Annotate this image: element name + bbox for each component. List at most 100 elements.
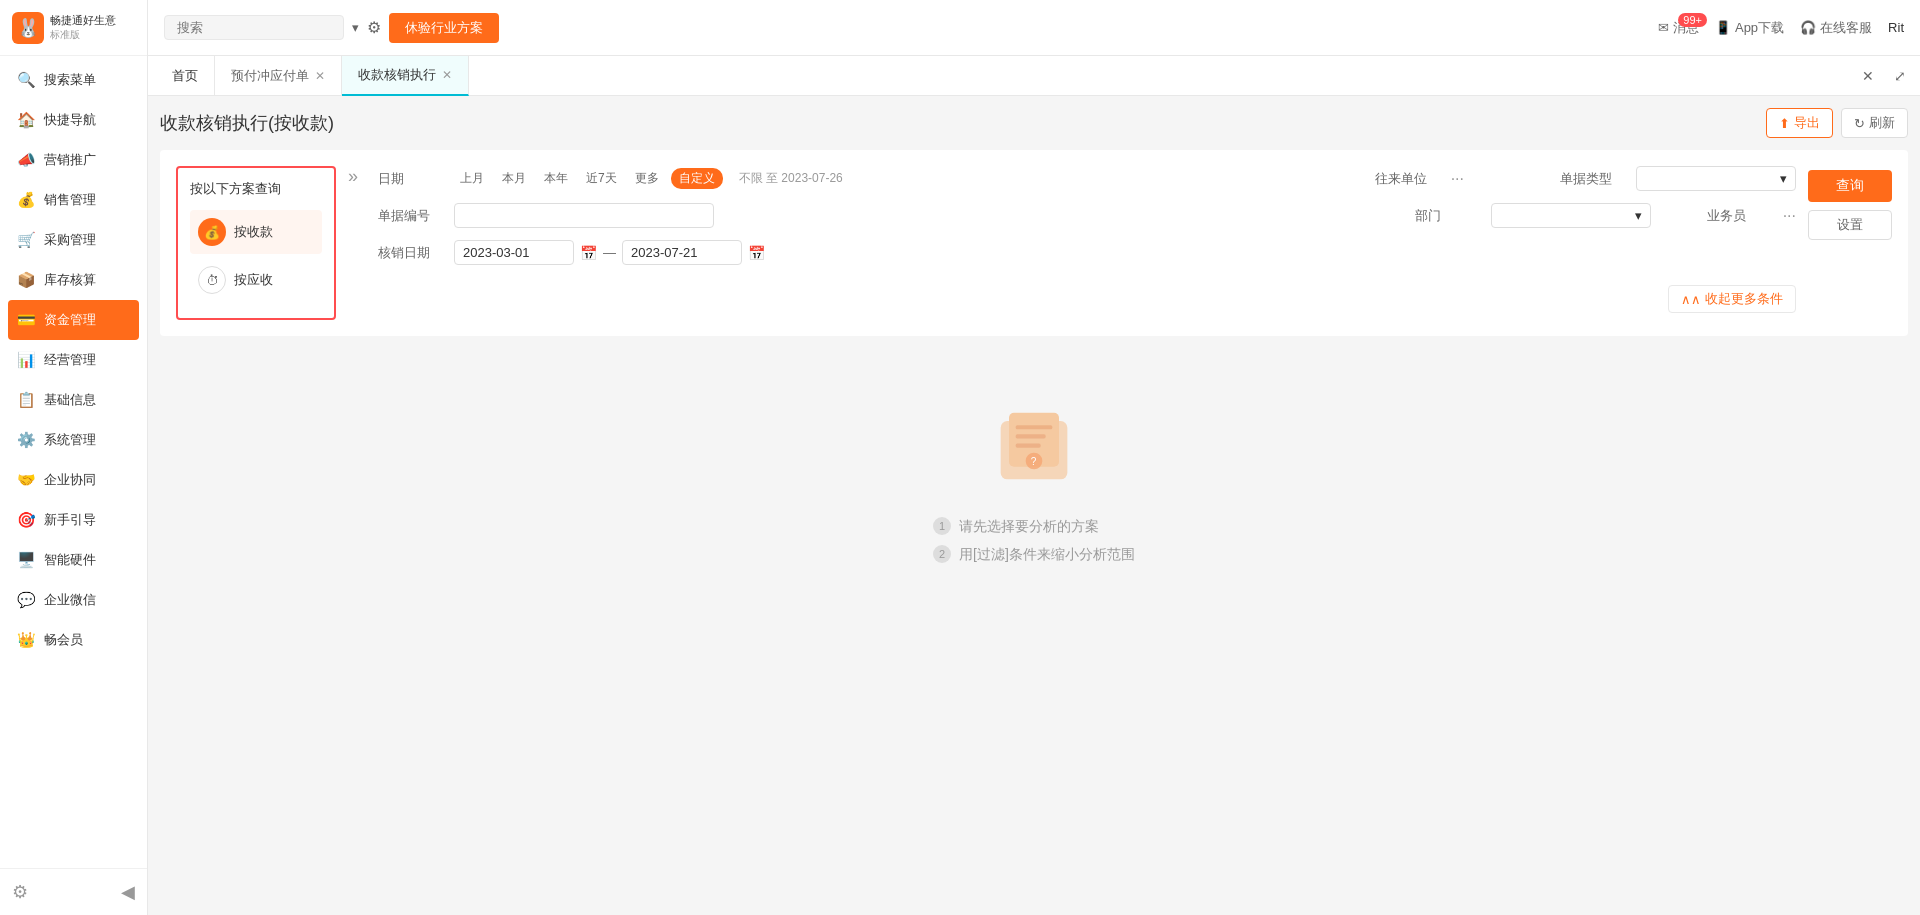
sidebar-item-label: 搜索菜单 [44, 71, 96, 89]
gear-icon[interactable]: ⚙ [367, 18, 381, 37]
svg-text:?: ? [1031, 456, 1037, 467]
sidebar-item-search[interactable]: 🔍 搜索菜单 [0, 60, 147, 100]
finance-icon: 💳 [16, 310, 36, 330]
sidebar-item-marketing[interactable]: 📣 营销推广 [0, 140, 147, 180]
sidebar-item-enterprise[interactable]: 🤝 企业协同 [0, 460, 147, 500]
calendar-end-icon[interactable]: 📅 [748, 245, 765, 261]
sidebar-item-inventory[interactable]: 📦 库存核算 [0, 260, 147, 300]
logo-icon: 🐰 [12, 12, 44, 44]
svg-rect-3 [1016, 434, 1046, 438]
settings-icon[interactable]: ⚙ [12, 881, 28, 903]
tab-home[interactable]: 首页 [156, 56, 215, 96]
search-menu-icon: 🔍 [16, 70, 36, 90]
filter-row-3: 核销日期 📅 — 📅 [378, 240, 1796, 265]
business-icon: 📊 [16, 350, 36, 370]
filter-row-1: 日期 上月 本月 本年 近7天 更多 自定义 不限 至 2023-07-26 [378, 166, 1796, 191]
filter-receipt-label: 按收款 [234, 223, 273, 241]
sidebar-item-wechat[interactable]: 💬 企业微信 [0, 580, 147, 620]
sidebar-item-purchase[interactable]: 🛒 采购管理 [0, 220, 147, 260]
online-service-button[interactable]: 🎧 在线客服 [1800, 19, 1872, 37]
doc-no-input[interactable] [454, 203, 714, 228]
tab-expand-icon[interactable]: ⤢ [1888, 64, 1912, 88]
tab-collection[interactable]: 收款核销执行 ✕ [342, 56, 469, 96]
sidebar-item-label: 畅会员 [44, 631, 83, 649]
sidebar-item-label: 资金管理 [44, 311, 96, 329]
tab-prepay-close-icon[interactable]: ✕ [315, 69, 325, 83]
empty-tips: 1 请先选择要分析的方案 2 用[过滤]条件来缩小分析范围 [933, 512, 1135, 568]
sidebar: 🐰 畅捷通好生意 标准版 🔍 搜索菜单 🏠 快捷导航 📣 营销推广 💰 销售管理… [0, 0, 148, 915]
wechat-icon: 💬 [16, 590, 36, 610]
date-last-month[interactable]: 上月 [454, 168, 490, 189]
verify-date-end-input[interactable] [622, 240, 742, 265]
tab-prepay[interactable]: 预付冲应付单 ✕ [215, 56, 342, 96]
sidebar-item-sales[interactable]: 💰 销售管理 [0, 180, 147, 220]
app-logo: 🐰 畅捷通好生意 标准版 [0, 0, 147, 56]
verify-date-label: 核销日期 [378, 244, 438, 262]
verify-date-start-input[interactable] [454, 240, 574, 265]
home-icon: 🏠 [16, 110, 36, 130]
sidebar-item-guide[interactable]: 🎯 新手引导 [0, 500, 147, 540]
app-download-button[interactable]: 📱 App下载 [1715, 19, 1784, 37]
filter-by-receivable[interactable]: ⏱ 按应收 [190, 258, 322, 302]
empty-state: ? 1 请先选择要分析的方案 2 用[过滤]条件来缩小分析范围 [160, 336, 1908, 628]
member-icon: 👑 [16, 630, 36, 650]
calendar-start-icon[interactable]: 📅 [580, 245, 597, 261]
sidebar-item-label: 新手引导 [44, 511, 96, 529]
doc-type-select[interactable]: ▾ [1636, 166, 1796, 191]
date-shortcuts: 上月 本月 本年 近7天 更多 自定义 [454, 168, 723, 189]
search-dropdown-icon[interactable]: ▾ [352, 20, 359, 35]
message-icon: ✉ [1658, 20, 1669, 35]
app-name: 畅捷通好生意 [50, 13, 116, 27]
date-label: 日期 [378, 170, 438, 188]
industry-solution-button[interactable]: 休验行业方案 [389, 13, 499, 43]
sidebar-item-basic-info[interactable]: 📋 基础信息 [0, 380, 147, 420]
filter-scheme-selector: 按以下方案查询 💰 按收款 ⏱ 按应收 [176, 166, 336, 320]
query-button[interactable]: 查询 [1808, 170, 1892, 202]
date-no-limit-label: 不限 至 2023-07-26 [739, 170, 843, 187]
sidebar-item-quick-nav[interactable]: 🏠 快捷导航 [0, 100, 147, 140]
sidebar-item-finance[interactable]: 💳 资金管理 [8, 300, 139, 340]
filter-fields: 日期 上月 本月 本年 近7天 更多 自定义 不限 至 2023-07-26 [378, 166, 1796, 320]
sidebar-item-business[interactable]: 📊 经营管理 [0, 340, 147, 380]
staff-selector[interactable]: ··· [1783, 207, 1796, 225]
sidebar-item-hardware[interactable]: 🖥️ 智能硬件 [0, 540, 147, 580]
sidebar-item-label: 企业微信 [44, 591, 96, 609]
guide-icon: 🎯 [16, 510, 36, 530]
message-button[interactable]: ✉ 消息 99+ [1658, 19, 1699, 37]
sidebar-item-label: 营销推广 [44, 151, 96, 169]
tab-collection-close-icon[interactable]: ✕ [442, 68, 452, 82]
header-left: ▾ ⚙ 休验行业方案 [164, 13, 499, 43]
sidebar-item-label: 销售管理 [44, 191, 96, 209]
phone-icon: 📱 [1715, 20, 1731, 35]
expand-conditions-button[interactable]: ∧∧ 收起更多条件 [1668, 285, 1796, 313]
sales-icon: 💰 [16, 190, 36, 210]
tip-item-2: 2 用[过滤]条件来缩小分析范围 [933, 540, 1135, 568]
filter-actions: 查询 设置 [1808, 166, 1892, 320]
sidebar-bottom: ⚙ ◀ [0, 868, 147, 915]
filter-by-receipt[interactable]: 💰 按收款 [190, 210, 322, 254]
user-name[interactable]: Rit [1888, 20, 1904, 35]
date-custom[interactable]: 自定义 [671, 168, 723, 189]
sidebar-item-system[interactable]: ⚙️ 系统管理 [0, 420, 147, 460]
global-search-input[interactable] [164, 15, 344, 40]
vendor-selector[interactable]: ··· [1451, 170, 1464, 188]
dept-select[interactable]: ▾ [1491, 203, 1651, 228]
tip-text-2: 用[过滤]条件来缩小分析范围 [959, 540, 1135, 568]
date-more[interactable]: 更多 [629, 168, 665, 189]
collapse-filter-icon[interactable]: » [340, 166, 366, 187]
page-actions: ⬆ 导出 ↻ 刷新 [1766, 108, 1908, 138]
svg-rect-2 [1016, 425, 1053, 429]
sidebar-item-member[interactable]: 👑 畅会员 [0, 620, 147, 660]
page-title: 收款核销执行(按收款) [160, 111, 334, 135]
settings-button[interactable]: 设置 [1808, 210, 1892, 240]
collapse-icon: ∧∧ [1681, 292, 1701, 307]
date-7days[interactable]: 近7天 [580, 168, 623, 189]
refresh-button[interactable]: ↻ 刷新 [1841, 108, 1908, 138]
headset-icon: 🎧 [1800, 20, 1816, 35]
collapse-sidebar-icon[interactable]: ◀ [121, 881, 135, 903]
tab-close-all-icon[interactable]: ✕ [1856, 64, 1880, 88]
date-this-year[interactable]: 本年 [538, 168, 574, 189]
date-this-month[interactable]: 本月 [496, 168, 532, 189]
sidebar-item-label: 采购管理 [44, 231, 96, 249]
export-button[interactable]: ⬆ 导出 [1766, 108, 1833, 138]
